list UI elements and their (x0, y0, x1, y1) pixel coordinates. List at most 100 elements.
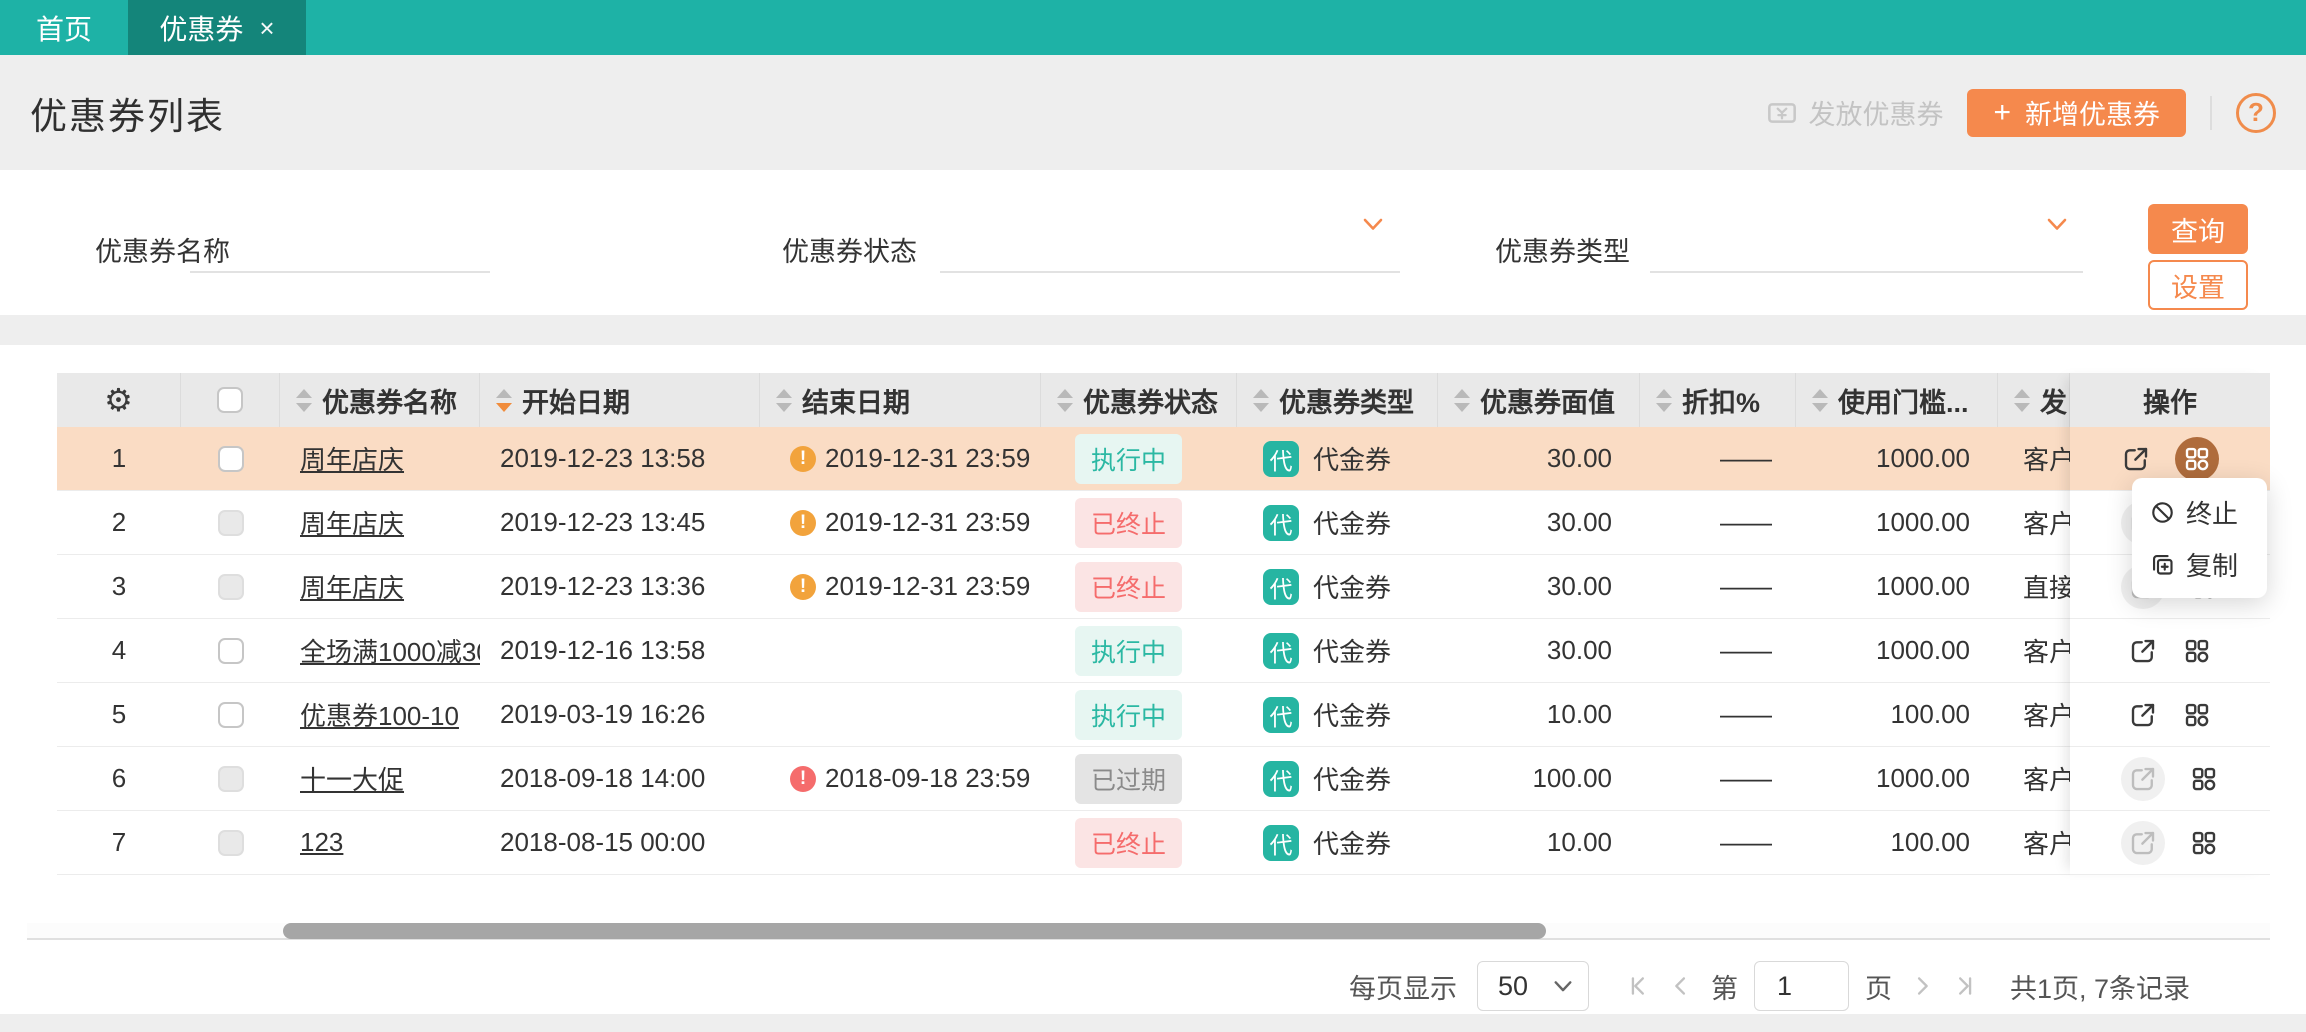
tab-bar: 首页 优惠券 × (0, 0, 2306, 55)
ban-icon (2152, 501, 2173, 523)
gear-icon[interactable]: ⚙ (104, 381, 133, 419)
sort-icon[interactable] (296, 388, 312, 412)
next-page-icon[interactable] (1908, 972, 1936, 1000)
discount: —— (1720, 763, 1772, 793)
coupon-name-link[interactable]: 123 (300, 827, 343, 858)
coupon-type-tag: 代 (1263, 824, 1299, 861)
coupon-name-link[interactable]: 周年店庆 (300, 568, 404, 605)
discount: —— (1720, 443, 1772, 473)
row-checkbox[interactable] (217, 637, 244, 664)
warning-icon: ! (790, 765, 816, 792)
settings-button[interactable]: 设置 (2148, 260, 2248, 310)
page-word-after: 页 (1864, 973, 1892, 1004)
more-actions-icon[interactable] (2182, 636, 2212, 666)
tab-home[interactable]: 首页 (0, 0, 128, 55)
end-date (760, 811, 1041, 874)
col-header-discount[interactable]: 折扣% (1640, 373, 1796, 427)
coupon-name-link[interactable]: 周年店庆 (300, 440, 404, 477)
table-row[interactable]: 6 十一大促 2018-09-18 14:00 ! 2018-09-18 23:5… (57, 747, 2070, 811)
sort-icon[interactable] (1656, 388, 1672, 412)
search-button[interactable]: 查询 (2148, 204, 2248, 254)
table-row[interactable]: 4 全场满1000减30 2019-12-16 13:58 执行中 代代金券 3… (57, 619, 2070, 683)
col-header-start[interactable]: 开始日期 (480, 373, 760, 427)
sort-icon[interactable] (776, 388, 792, 412)
issue-coupon-button[interactable]: 发放优惠券 (1766, 93, 1943, 132)
row-checkbox[interactable] (217, 445, 244, 472)
page-number-input[interactable] (1753, 961, 1849, 1011)
share-icon[interactable] (2128, 700, 2158, 730)
table-row[interactable]: 2 周年店庆 2019-12-23 13:45 ! 2019-12-31 23:5… (57, 491, 2070, 555)
threshold: 1000.00 (1876, 763, 1970, 793)
threshold: 1000.00 (1876, 507, 1970, 537)
col-header-type[interactable]: 优惠券类型 (1237, 373, 1438, 427)
divider (2210, 95, 2212, 130)
last-page-icon[interactable] (1952, 972, 1980, 1000)
help-icon[interactable]: ? (2236, 92, 2276, 133)
coupon-type: 代金券 (1313, 509, 1392, 539)
col-header-name[interactable]: 优惠券名称 (280, 373, 480, 427)
coupon-name-link[interactable]: 十一大促 (300, 760, 404, 797)
coupon-type: 代金券 (1313, 701, 1392, 731)
more-actions-icon[interactable] (2189, 764, 2219, 794)
sort-icon[interactable] (1057, 388, 1073, 412)
prev-page-icon[interactable] (1667, 972, 1695, 1000)
actions-context-menu: 终止 复制 (2132, 478, 2267, 598)
sort-icon[interactable] (496, 388, 512, 412)
coupon-name-link[interactable]: 优惠券100-10 (300, 696, 459, 733)
table-row[interactable]: 7 123 2018-08-15 00:00 已终止 代代金券 10.00 ——… (57, 811, 2070, 875)
coupon-name-link[interactable]: 全场满1000减30 (300, 632, 480, 669)
chevron-down-icon[interactable] (1356, 212, 1390, 236)
table-row[interactable]: 1 周年店庆 2019-12-23 13:58 ! 2019-12-31 23:5… (57, 427, 2070, 491)
tab-close-icon[interactable]: × (259, 15, 274, 41)
col-header-status[interactable]: 优惠券状态 (1041, 373, 1237, 427)
col-header-value[interactable]: 优惠券面值 (1438, 373, 1640, 427)
col-header-end[interactable]: 结束日期 (760, 373, 1041, 427)
coupon-status-select[interactable] (940, 233, 1400, 273)
row-checkbox (217, 765, 244, 792)
page-title: 优惠券列表 (30, 95, 225, 137)
col-header-threshold[interactable]: 使用门槛... (1796, 373, 1998, 427)
menu-item-copy[interactable]: 复制 (2132, 538, 2267, 590)
first-page-icon[interactable] (1623, 972, 1651, 1000)
coupon-value: 30.00 (1546, 443, 1612, 473)
coupon-name-link[interactable]: 周年店庆 (300, 504, 404, 541)
coupon-name-input[interactable] (190, 233, 490, 273)
end-date: ! 2018-09-18 23:59 (760, 747, 1041, 810)
share-icon[interactable] (2121, 444, 2151, 474)
page-size-select[interactable]: 50 (1476, 961, 1589, 1011)
sort-icon[interactable] (2014, 388, 2030, 412)
coupon-type-select[interactable] (1650, 233, 2083, 273)
table-row[interactable]: 5 优惠券100-10 2019-03-19 16:26 执行中 代代金券 10… (57, 683, 2070, 747)
more-actions-icon[interactable] (2189, 828, 2219, 858)
threshold: 1000.00 (1876, 571, 1970, 601)
share-icon (2121, 756, 2165, 801)
coupon-type: 代金券 (1313, 829, 1392, 859)
status-badge: 已终止 (1075, 497, 1183, 548)
actions-column: 操作 (2070, 373, 2270, 875)
share-icon[interactable] (2128, 636, 2158, 666)
scrollbar-thumb[interactable] (283, 923, 1546, 939)
table-panel: ⚙ 优惠券名称 开始日期 结束日期 优惠券状态 优惠券类型 优惠券面值 折扣% … (0, 345, 2306, 1014)
more-actions-icon[interactable] (2175, 436, 2219, 481)
coupon-value: 10.00 (1546, 699, 1612, 729)
menu-item-terminate[interactable]: 终止 (2132, 486, 2267, 538)
table-row[interactable]: 3 周年店庆 2019-12-23 13:36 ! 2019-12-31 23:5… (57, 555, 2070, 619)
more-actions-icon[interactable] (2182, 700, 2212, 730)
select-all-checkbox[interactable] (217, 387, 243, 413)
coupon-type-tag: 代 (1263, 632, 1299, 669)
row-checkbox[interactable] (217, 701, 244, 728)
col-header-issue[interactable]: 发 (1998, 373, 2070, 427)
sort-icon[interactable] (1454, 388, 1470, 412)
start-date: 2019-12-23 13:58 (500, 443, 706, 473)
start-date: 2019-12-23 13:36 (500, 571, 706, 601)
share-icon (2121, 820, 2165, 865)
add-coupon-button[interactable]: + 新增优惠券 (1967, 88, 2186, 137)
coupon-value: 30.00 (1546, 635, 1612, 665)
threshold: 100.00 (1890, 699, 1970, 729)
row-index: 5 (111, 699, 127, 729)
tab-coupon[interactable]: 优惠券 × (128, 0, 306, 55)
chevron-down-icon[interactable] (2040, 212, 2074, 236)
sort-icon[interactable] (1812, 388, 1828, 412)
sort-icon[interactable] (1253, 388, 1269, 412)
row-index: 3 (111, 571, 127, 601)
